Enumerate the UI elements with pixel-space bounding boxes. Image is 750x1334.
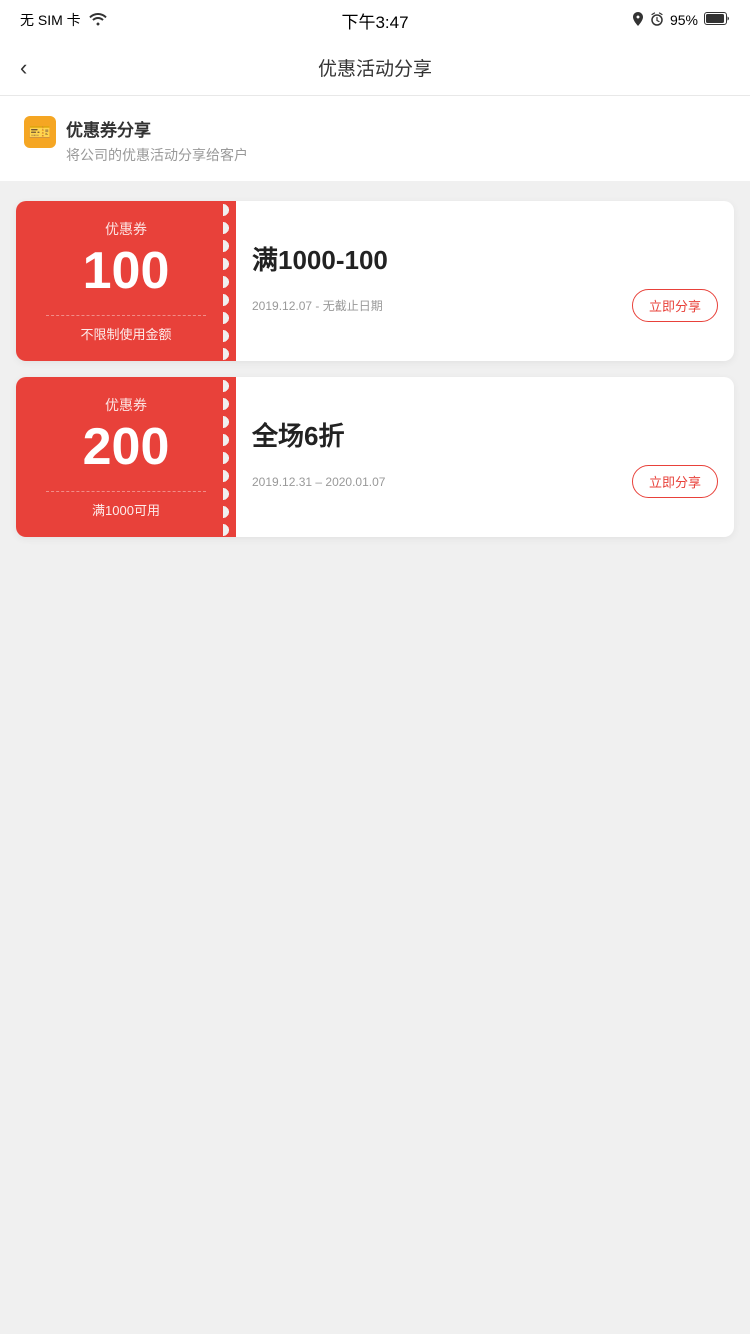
coupon-label-1: 优惠券: [105, 219, 147, 239]
coupon-left-2: 优惠券 200 满1000可用: [16, 377, 236, 537]
location-icon: [632, 12, 644, 29]
coupon-title-2: 全场6折: [252, 416, 718, 453]
carrier-text: 无 SIM 卡: [20, 10, 81, 30]
coupon-condition-1: 不限制使用金额: [80, 324, 171, 343]
back-button[interactable]: ‹: [20, 55, 27, 81]
wifi-icon: [89, 12, 107, 29]
coupon-label-2: 优惠券: [105, 395, 147, 415]
coupon-divider-1: [46, 315, 206, 316]
section-header: 🎫 优惠券分享 将公司的优惠活动分享给客户: [0, 96, 750, 181]
battery-text: 95%: [670, 12, 698, 28]
coupon-card-2: 优惠券 200 满1000可用 全场6折 2019.12.31 – 2020.0…: [16, 377, 734, 537]
coupon-amount-1: 100: [83, 245, 170, 297]
status-bar: 无 SIM 卡 下午3:47 95%: [0, 0, 750, 40]
share-button-1[interactable]: 立即分享: [632, 289, 718, 322]
nav-bar: ‹ 优惠活动分享: [0, 40, 750, 96]
coupon-meta-1: 2019.12.07 - 无截止日期 立即分享: [252, 289, 718, 322]
coupon-left-1: 优惠券 100 不限制使用金额: [16, 201, 236, 361]
coupon-amount-2: 200: [83, 421, 170, 473]
coupon-date-1: 2019.12.07 - 无截止日期: [252, 297, 624, 314]
battery-icon: [704, 12, 730, 28]
coupon-list: 优惠券 100 不限制使用金额 满1000-100 2019.12.07 - 无…: [0, 181, 750, 557]
coupon-date-2: 2019.12.31 – 2020.01.07: [252, 475, 624, 489]
section-subtitle: 将公司的优惠活动分享给客户: [66, 145, 248, 165]
coupon-divider-2: [46, 491, 206, 492]
status-left: 无 SIM 卡: [20, 10, 107, 30]
section-text: 优惠券分享 将公司的优惠活动分享给客户: [66, 116, 248, 165]
coupon-icon: 🎫: [29, 122, 51, 143]
share-button-2[interactable]: 立即分享: [632, 465, 718, 498]
nav-title: 优惠活动分享: [318, 54, 432, 81]
coupon-meta-2: 2019.12.31 – 2020.01.07 立即分享: [252, 465, 718, 498]
coupon-card-1: 优惠券 100 不限制使用金额 满1000-100 2019.12.07 - 无…: [16, 201, 734, 361]
coupon-title-1: 满1000-100: [252, 240, 718, 277]
bottom-space: [0, 557, 750, 1157]
section-icon: 🎫: [24, 116, 56, 148]
section-title: 优惠券分享: [66, 116, 248, 141]
coupon-right-1: 满1000-100 2019.12.07 - 无截止日期 立即分享: [236, 201, 734, 361]
status-right: 95%: [632, 12, 730, 29]
status-time: 下午3:47: [341, 8, 408, 33]
alarm-icon: [650, 12, 664, 29]
coupon-right-2: 全场6折 2019.12.31 – 2020.01.07 立即分享: [236, 377, 734, 537]
coupon-condition-2: 满1000可用: [92, 500, 160, 519]
